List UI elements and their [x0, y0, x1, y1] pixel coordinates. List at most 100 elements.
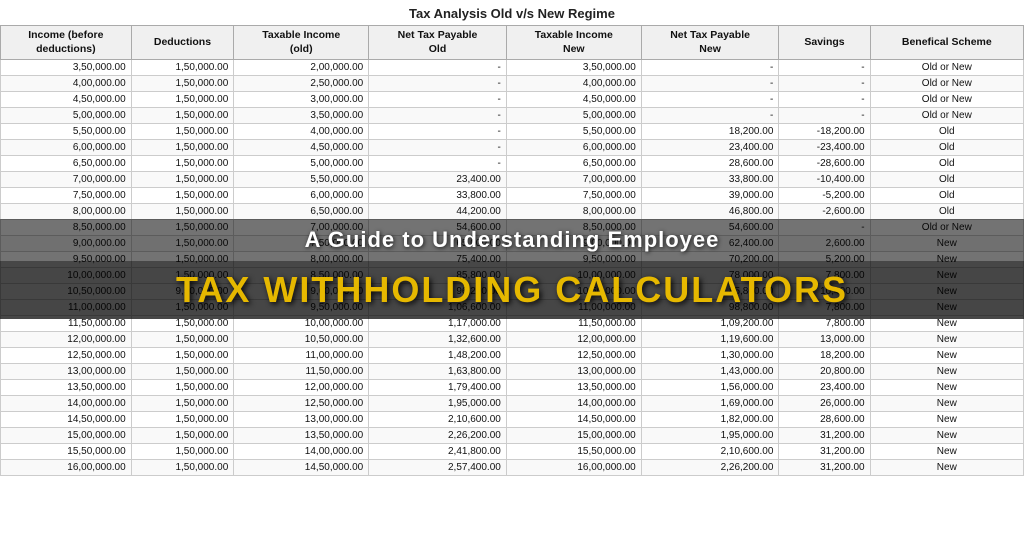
table-cell: 15,50,000.00	[1, 444, 132, 460]
table-row: 11,00,000.001,50,000.009,50,000.001,06,6…	[1, 300, 1024, 316]
table-cell: -23,400.00	[779, 140, 870, 156]
table-cell: 1,06,600.00	[369, 300, 507, 316]
table-cell: 1,50,000.00	[131, 444, 234, 460]
table-row: 10,00,000.001,50,000.008,50,000.0085,800…	[1, 268, 1024, 284]
table-cell: 7,800.00	[779, 316, 870, 332]
table-row: 15,50,000.001,50,000.0014,00,000.002,41,…	[1, 444, 1024, 460]
table-cell: 11,50,000.00	[234, 364, 369, 380]
table-cell: New	[870, 284, 1023, 300]
table-cell: 31,200.00	[779, 460, 870, 476]
table-cell: 7,50,000.00	[506, 188, 641, 204]
table-cell: 23,400.00	[369, 172, 507, 188]
table-cell: 33,800.00	[369, 188, 507, 204]
table-cell: -	[369, 124, 507, 140]
table-cell: 9,50,000.00	[234, 300, 369, 316]
table-cell: 1,09,200.00	[641, 316, 779, 332]
table-cell: 1,30,000.00	[641, 348, 779, 364]
table-cell: 3,50,000.00	[506, 60, 641, 76]
table-cell: -	[779, 92, 870, 108]
col-taxable-old: Taxable Income(old)	[234, 26, 369, 60]
table-cell: 26,000.00	[779, 396, 870, 412]
table-cell: 1,50,000.00	[131, 156, 234, 172]
table-cell: Old or New	[870, 220, 1023, 236]
table-cell: 8,00,000.00	[1, 204, 132, 220]
table-cell: 7,50,000.00	[1, 188, 132, 204]
table-cell: 8,50,000.00	[1, 220, 132, 236]
table-cell: 6,50,000.00	[506, 156, 641, 172]
table-cell: -2,600.00	[779, 204, 870, 220]
table-cell: 14,00,000.00	[1, 396, 132, 412]
table-cell: 1,50,000.00	[131, 92, 234, 108]
table-cell: 5,00,000.00	[1, 108, 132, 124]
table-cell: Old	[870, 204, 1023, 220]
table-cell: 39,000.00	[641, 188, 779, 204]
table-cell: 1,50,000.00	[131, 428, 234, 444]
table-cell: -10,400.00	[779, 172, 870, 188]
table-cell: 5,200.00	[779, 252, 870, 268]
table-row: 7,50,000.001,50,000.006,00,000.0033,800.…	[1, 188, 1024, 204]
table-cell: 23,400.00	[641, 140, 779, 156]
table-cell: 1,50,000.00	[131, 300, 234, 316]
table-cell: 11,00,000.00	[506, 300, 641, 316]
table-cell: Old	[870, 172, 1023, 188]
table-cell: 1,56,000.00	[641, 380, 779, 396]
table-cell: 1,50,000.00	[131, 332, 234, 348]
table-cell: 11,50,000.00	[506, 316, 641, 332]
table-cell: 7,800.00	[779, 268, 870, 284]
table-cell: 9,00,000.00	[234, 284, 369, 300]
table-cell: 1,50,000.00	[131, 60, 234, 76]
table-cell: -	[779, 108, 870, 124]
page-title: Tax Analysis Old v/s New Regime	[0, 0, 1024, 25]
table-cell: -	[641, 76, 779, 92]
table-cell: 5,00,000.00	[234, 156, 369, 172]
table-cell: 11,00,000.00	[1, 300, 132, 316]
table-row: 15,00,000.001,50,000.0013,50,000.002,26,…	[1, 428, 1024, 444]
table-cell: 1,79,400.00	[369, 380, 507, 396]
table-cell: 2,50,000.00	[234, 76, 369, 92]
table-cell: 12,00,000.00	[1, 332, 132, 348]
table-cell: Old	[870, 188, 1023, 204]
table-cell: -	[779, 220, 870, 236]
table-cell: 4,00,000.00	[1, 76, 132, 92]
table-cell: New	[870, 332, 1023, 348]
table-cell: 6,00,000.00	[1, 140, 132, 156]
table-row: 4,00,000.001,50,000.002,50,000.00-4,00,0…	[1, 76, 1024, 92]
table-cell: 1,50,000.00	[131, 396, 234, 412]
table-cell: 2,00,000.00	[234, 60, 369, 76]
table-row: 3,50,000.001,50,000.002,00,000.00-3,50,0…	[1, 60, 1024, 76]
table-cell: 7,00,000.00	[1, 172, 132, 188]
table-cell: 1,50,000.00	[131, 108, 234, 124]
table-cell: 85,800.00	[641, 284, 779, 300]
table-cell: 6,00,000.00	[234, 188, 369, 204]
table-row: 4,50,000.001,50,000.003,00,000.00-4,50,0…	[1, 92, 1024, 108]
table-cell: New	[870, 348, 1023, 364]
table-row: 13,50,000.001,50,000.0012,00,000.001,79,…	[1, 380, 1024, 396]
table-cell: 4,00,000.00	[234, 124, 369, 140]
table-row: 8,50,000.001,50,000.007,00,000.0054,600.…	[1, 220, 1024, 236]
table-cell: 78,000.00	[641, 268, 779, 284]
col-income: Income (beforedeductions)	[1, 26, 132, 60]
table-cell: -	[779, 60, 870, 76]
table-cell: 11,00,000.00	[234, 348, 369, 364]
table-cell: 44,200.00	[369, 204, 507, 220]
table-cell: 2,57,400.00	[369, 460, 507, 476]
table-cell: New	[870, 268, 1023, 284]
col-scheme: Benefical Scheme	[870, 26, 1023, 60]
table-cell: -	[641, 108, 779, 124]
table-cell: 6,50,000.00	[234, 204, 369, 220]
table-cell: 1,69,000.00	[641, 396, 779, 412]
table-cell: New	[870, 412, 1023, 428]
table-cell: 75,400.00	[369, 252, 507, 268]
table-cell: 10,50,000.00	[506, 284, 641, 300]
table-cell: 14,00,000.00	[234, 444, 369, 460]
table-cell: 1,50,000.00	[131, 124, 234, 140]
table-cell: 54,600.00	[369, 220, 507, 236]
table-cell: New	[870, 460, 1023, 476]
table-cell: 54,600.00	[641, 220, 779, 236]
table-cell: 23,400.00	[779, 380, 870, 396]
table-cell: 12,00,000.00	[234, 380, 369, 396]
table-cell: 10,00,000.00	[506, 268, 641, 284]
table-header-row: Income (beforedeductions) Deductions Tax…	[1, 26, 1024, 60]
table-cell: 28,600.00	[641, 156, 779, 172]
table-cell: New	[870, 380, 1023, 396]
